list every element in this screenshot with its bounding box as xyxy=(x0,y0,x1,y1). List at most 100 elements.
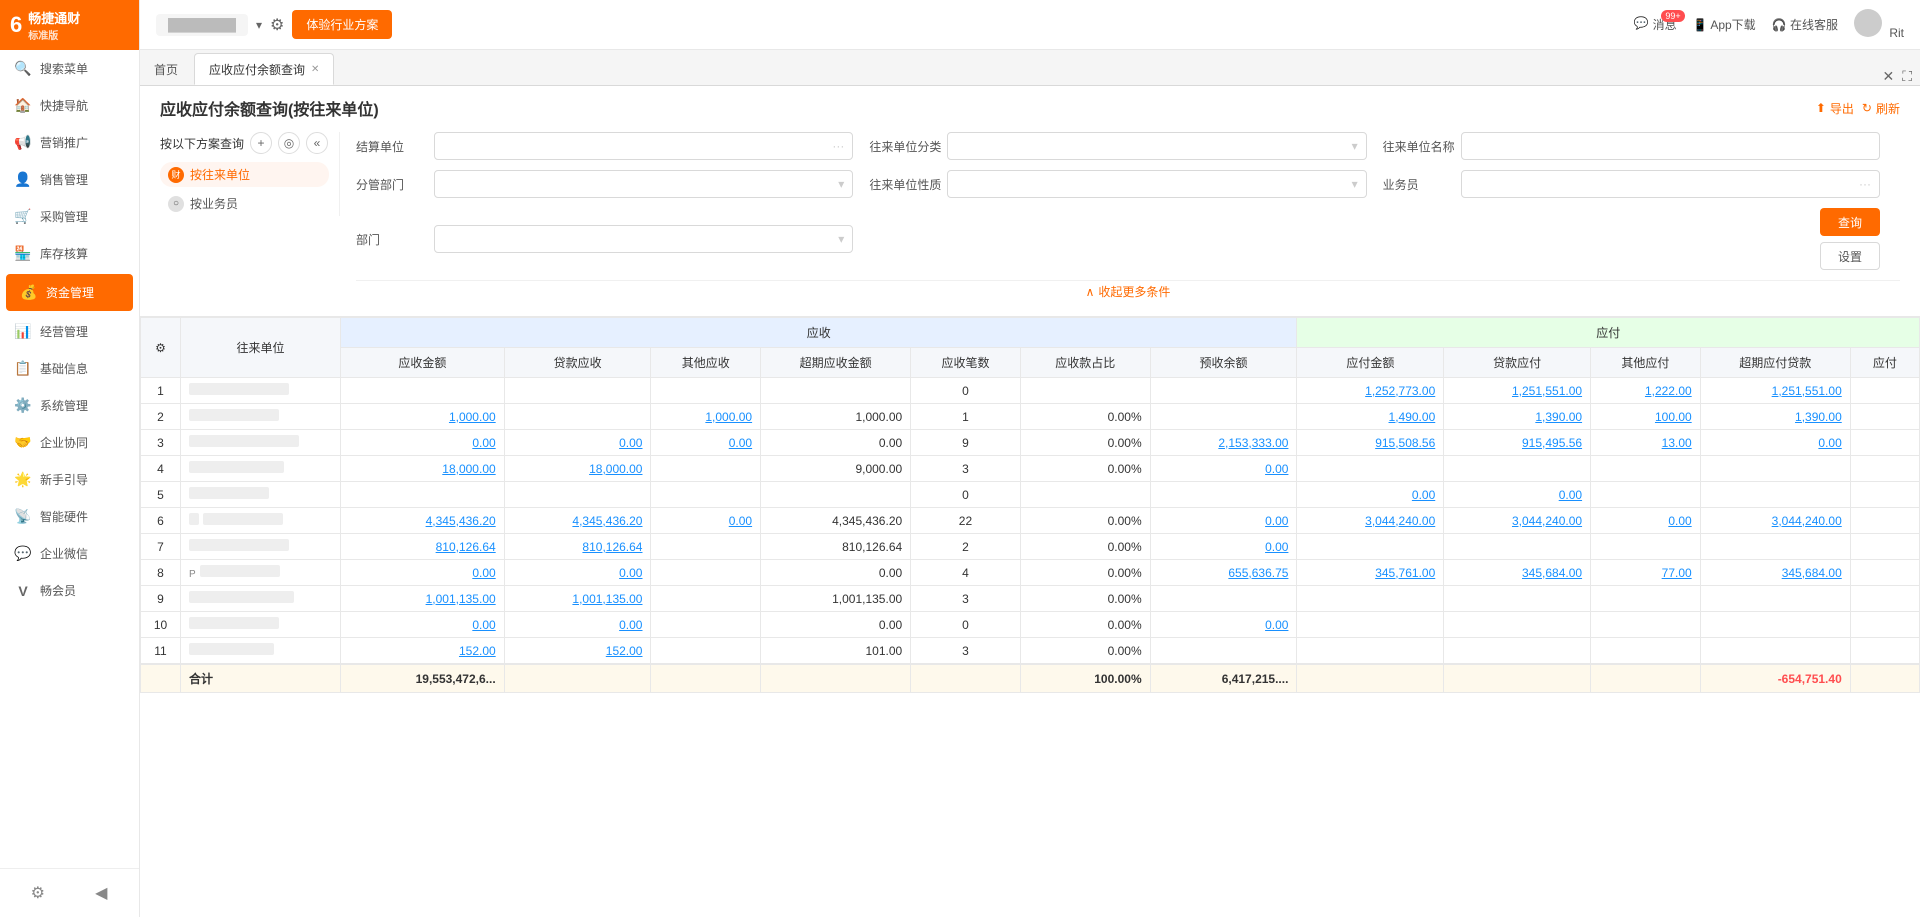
row-receivable-amount: 1,000.00 xyxy=(341,404,505,430)
salesperson-input[interactable]: ··· xyxy=(1461,170,1880,198)
app-download-btn[interactable]: 📱 App下载 xyxy=(1693,16,1756,33)
online-service-btn[interactable]: 🎧 在线客服 xyxy=(1772,16,1838,33)
sidebar-item-quick-nav[interactable]: 🏠 快捷导航 xyxy=(0,87,139,124)
sidebar-label: 销售管理 xyxy=(40,171,88,188)
footer-loan-receivable xyxy=(504,664,651,693)
settlement-unit-input[interactable]: ··· xyxy=(434,132,853,160)
table-row: 1 0 1,252,773.00 1,251,551.00 1,222.00 xyxy=(141,378,1920,404)
row-receivable-amount: 0.00 xyxy=(341,430,505,456)
th-payable-extra: 应付 xyxy=(1850,348,1919,378)
messages-badge: 99+ xyxy=(1661,10,1684,22)
sidebar-item-operation[interactable]: 📊 经营管理 xyxy=(0,313,139,350)
row-loan-receivable xyxy=(504,378,651,404)
row-overdue-receivable: 0.00 xyxy=(761,612,911,638)
row-receivable-ratio: 0.00% xyxy=(1020,638,1150,665)
settings-gear-icon[interactable]: ⚙ xyxy=(270,15,284,35)
row-overdue-receivable xyxy=(761,482,911,508)
field-settlement-unit: 结算单位 ··· xyxy=(356,132,853,160)
row-prepaid-balance: 0.00 xyxy=(1150,456,1297,482)
sidebar-item-finance[interactable]: 💰 资金管理 xyxy=(6,274,133,311)
settings-btn[interactable]: 设置 xyxy=(1820,242,1880,270)
row-other-payable xyxy=(1591,638,1701,665)
sidebar-item-search-menu[interactable]: 🔍 搜索菜单 xyxy=(0,50,139,87)
query-btn[interactable]: 查询 xyxy=(1820,208,1880,236)
row-overdue-receivable: 0.00 xyxy=(761,430,911,456)
sidebar-item-smart[interactable]: 📡 智能硬件 xyxy=(0,498,139,535)
table-row: 10 0.00 0.00 0.00 0 0.00% 0.00 xyxy=(141,612,1920,638)
add-scheme-btn[interactable]: + xyxy=(250,132,272,154)
row-overdue-payable: 1,251,551.00 xyxy=(1700,378,1850,404)
sidebar-item-basic[interactable]: 📋 基础信息 xyxy=(0,350,139,387)
sidebar-item-purchase[interactable]: 🛒 采购管理 xyxy=(0,198,139,235)
row-partner xyxy=(181,508,341,534)
footer-other-receivable xyxy=(651,664,761,693)
row-prepaid-balance: 2,153,333.00 xyxy=(1150,430,1297,456)
filter-customer-label: 按往来单位 xyxy=(190,166,250,183)
filter-by-salesperson[interactable]: ○ 按业务员 xyxy=(160,191,329,216)
row-receivable-amount: 0.00 xyxy=(341,560,505,586)
row-loan-receivable: 4,345,436.20 xyxy=(504,508,651,534)
tab-maximize-icon[interactable]: ⛶ xyxy=(1902,68,1912,85)
dropdown-arrow3-icon: ▾ xyxy=(1352,177,1358,191)
sidebar-item-system[interactable]: ⚙️ 系统管理 xyxy=(0,387,139,424)
trial-btn[interactable]: 体验行业方案 xyxy=(292,10,392,39)
row-other-receivable xyxy=(651,586,761,612)
sidebar-item-guide[interactable]: 🌟 新手引导 xyxy=(0,461,139,498)
row-overdue-receivable: 0.00 xyxy=(761,560,911,586)
sidebar-item-member[interactable]: V 畅会员 xyxy=(0,572,139,609)
table-row: 11 152.00 152.00 101.00 3 0.00% xyxy=(141,638,1920,665)
row-loan-receivable: 810,126.64 xyxy=(504,534,651,560)
partner-name-input[interactable] xyxy=(1461,132,1880,160)
row-index: 3 xyxy=(141,430,181,456)
row-receivable-amount: 4,345,436.20 xyxy=(341,508,505,534)
sidebar-item-sales[interactable]: 👤 销售管理 xyxy=(0,161,139,198)
field-dept: 部门 ▾ xyxy=(356,208,853,270)
row-payable-amount: 1,490.00 xyxy=(1297,404,1444,430)
th-settings-icon[interactable]: ⚙ xyxy=(141,318,181,378)
app-name: 畅捷通财 xyxy=(28,8,80,27)
sidebar-item-wechat[interactable]: 💬 企业微信 xyxy=(0,535,139,572)
prev-btn[interactable]: « xyxy=(306,132,328,154)
collapse-btn[interactable]: ∧ 收起更多条件 xyxy=(1086,283,1171,300)
row-payable-amount xyxy=(1297,534,1444,560)
tab-close-window-icon[interactable]: ✕ xyxy=(1882,68,1894,85)
sidebar-item-collab[interactable]: 🤝 企业协同 xyxy=(0,424,139,461)
user-area[interactable]: Rit xyxy=(1854,9,1904,40)
row-other-payable xyxy=(1591,482,1701,508)
content-area: 应收应付余额查询(按往来单位) ⬆ 导出 ↻ 刷新 xyxy=(140,86,1920,917)
row-payable-amount: 345,761.00 xyxy=(1297,560,1444,586)
sidebar-settings-btn[interactable]: ⚙ xyxy=(10,879,66,907)
row-prepaid-balance: 0.00 xyxy=(1150,612,1297,638)
sidebar-item-inventory[interactable]: 🏪 库存核算 xyxy=(0,235,139,272)
row-index: 6 xyxy=(141,508,181,534)
row-index: 1 xyxy=(141,378,181,404)
row-receivable-ratio: 0.00% xyxy=(1020,456,1150,482)
partner-nature-input[interactable]: ▾ xyxy=(947,170,1366,198)
row-payable-extra xyxy=(1850,612,1919,638)
sidebar-label: 快捷导航 xyxy=(40,97,88,114)
refresh-btn[interactable]: ↻ 刷新 xyxy=(1862,100,1900,117)
export-btn[interactable]: ⬆ 导出 xyxy=(1816,100,1854,117)
footer-receivable-count xyxy=(911,664,1021,693)
footer-receivable-amount: 19,553,472,6... xyxy=(341,664,505,693)
tab-ar-ap[interactable]: 应收应付余额查询 ✕ xyxy=(194,53,334,85)
messages-wrap[interactable]: 💬 消息 99+ xyxy=(1634,16,1677,33)
partner-category-input[interactable]: ▾ xyxy=(947,132,1366,160)
dept-input[interactable]: ▾ xyxy=(434,225,853,253)
filter-by-customer[interactable]: 财 按往来单位 xyxy=(160,162,329,187)
breadcrumb-dropdown-icon[interactable]: ▾ xyxy=(256,18,262,32)
logo-icon: 6 xyxy=(10,12,22,38)
dept-manager-input[interactable]: ▾ xyxy=(434,170,853,198)
tab-ar-ap-label: 应收应付余额查询 xyxy=(209,61,305,78)
sidebar-item-marketing[interactable]: 📢 营销推广 xyxy=(0,124,139,161)
tab-home[interactable]: 首页 xyxy=(140,53,192,85)
target-btn[interactable]: ◎ xyxy=(278,132,300,154)
footer-overdue-receivable xyxy=(761,664,911,693)
sidebar-collapse-btn[interactable]: ◀ xyxy=(74,879,130,907)
row-loan-payable xyxy=(1444,612,1591,638)
operation-icon: 📊 xyxy=(14,323,32,340)
tab-close-icon[interactable]: ✕ xyxy=(311,64,319,75)
row-payable-amount xyxy=(1297,586,1444,612)
row-other-payable: 77.00 xyxy=(1591,560,1701,586)
row-partner xyxy=(181,404,341,430)
